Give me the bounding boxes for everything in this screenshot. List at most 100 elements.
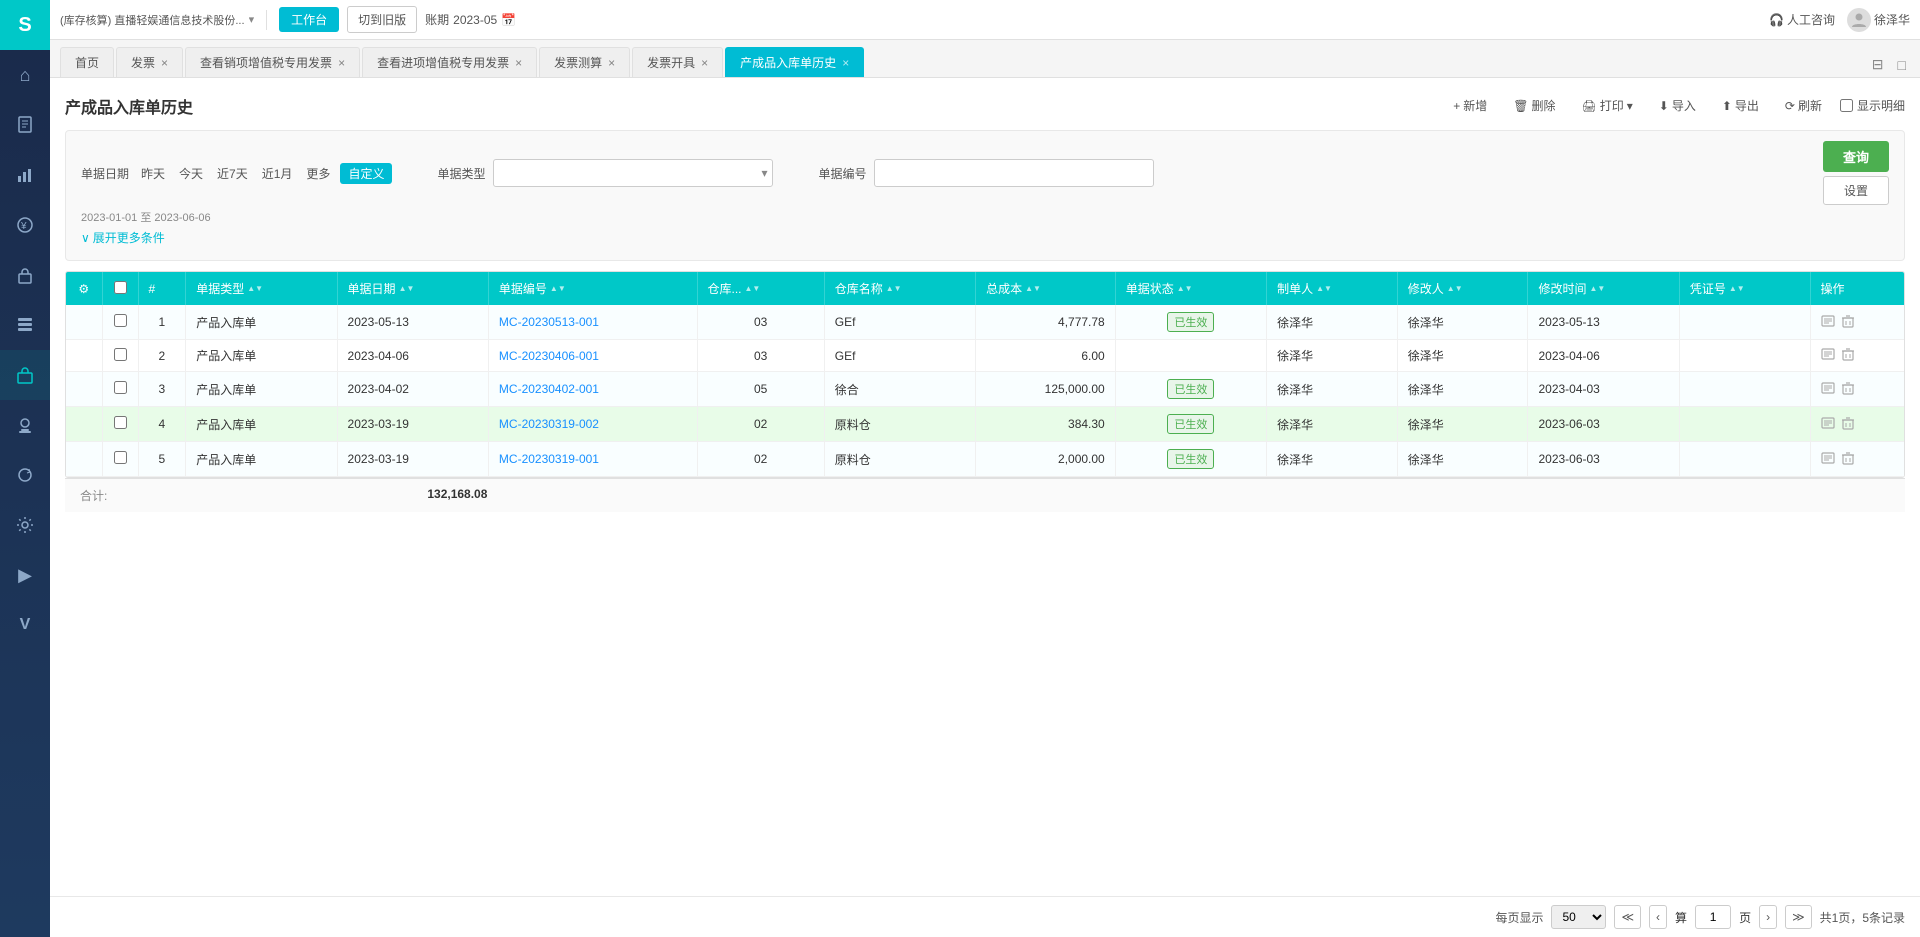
col-sort-voucher[interactable]: 凭证号 ▲▼ <box>1690 280 1745 297</box>
date-btn-yesterday[interactable]: 昨天 <box>137 163 169 184</box>
sidebar-item-list[interactable] <box>0 300 50 350</box>
new-button[interactable]: + 新增 <box>1445 93 1495 118</box>
tab-invoice-calc[interactable]: 发票测算 × <box>539 47 630 77</box>
record-link[interactable]: MC-20230319-002 <box>499 417 599 431</box>
select-all-checkbox[interactable] <box>114 281 127 294</box>
workbench-button[interactable]: 工作台 <box>279 7 339 32</box>
col-sort-warehouse-code[interactable]: 仓库... ▲▼ <box>708 280 761 297</box>
next-page-button[interactable]: › <box>1759 905 1777 929</box>
cell-number[interactable]: MC-20230319-001 <box>488 442 697 477</box>
show-detail-toggle[interactable]: 显示明细 <box>1840 97 1905 114</box>
row-delete-icon[interactable] <box>1841 381 1855 398</box>
print-button[interactable]: 🖨 打印 ▾ <box>1573 93 1640 118</box>
type-select[interactable] <box>493 159 773 187</box>
tab-product-inbound[interactable]: 产成品入库单历史 × <box>725 47 864 77</box>
tab-purchase-vat[interactable]: 查看进项增值税专用发票 × <box>362 47 537 77</box>
last-page-button[interactable]: ≫ <box>1785 905 1812 929</box>
cell-number[interactable]: MC-20230402-001 <box>488 372 697 407</box>
date-btn-today[interactable]: 今天 <box>175 163 207 184</box>
delete-button[interactable]: 🗑 删除 <box>1505 93 1563 118</box>
cell-number[interactable]: MC-20230406-001 <box>488 340 697 372</box>
col-sort-date[interactable]: 单据日期 ▲▼ <box>348 280 415 297</box>
row-view-icon[interactable] <box>1821 347 1835 364</box>
row-delete-icon[interactable] <box>1841 314 1855 331</box>
cell-number[interactable]: MC-20230513-001 <box>488 305 697 340</box>
refresh-button[interactable]: ⟳ 刷新 <box>1777 93 1830 118</box>
row-checkbox[interactable] <box>114 381 127 394</box>
tab-invoice[interactable]: 发票 × <box>116 47 183 77</box>
sidebar-item-tax[interactable]: ¥ <box>0 200 50 250</box>
sidebar-item-play[interactable]: ▶ <box>0 550 50 600</box>
th-voucher[interactable]: 凭证号 ▲▼ <box>1679 272 1810 305</box>
row-view-icon[interactable] <box>1821 314 1835 331</box>
col-sort-creator[interactable]: 制单人 ▲▼ <box>1277 280 1332 297</box>
brand-dropdown-icon[interactable]: ▾ <box>249 13 255 26</box>
number-filter-input[interactable] <box>874 159 1154 187</box>
row-checkbox[interactable] <box>114 451 127 464</box>
tab-purchase-vat-close[interactable]: × <box>515 56 522 70</box>
date-btn-7days[interactable]: 近7天 <box>213 163 252 184</box>
service-link[interactable]: 🎧 人工咨询 <box>1769 11 1835 28</box>
export-button[interactable]: ⬆ 导出 <box>1714 93 1767 118</box>
cell-check[interactable] <box>102 372 138 407</box>
col-sort-status[interactable]: 单据状态 ▲▼ <box>1126 280 1193 297</box>
import-button[interactable]: ⬇ 导入 <box>1651 93 1704 118</box>
record-link[interactable]: MC-20230402-001 <box>499 382 599 396</box>
th-status[interactable]: 单据状态 ▲▼ <box>1115 272 1266 305</box>
cell-check[interactable] <box>102 407 138 442</box>
switch-button[interactable]: 切到旧版 <box>347 6 417 33</box>
th-warehouse-code[interactable]: 仓库... ▲▼ <box>697 272 824 305</box>
sidebar-item-invoice[interactable] <box>0 100 50 150</box>
date-btn-more[interactable]: 更多 <box>302 163 334 184</box>
tab-sales-vat[interactable]: 查看销项增值税专用发票 × <box>185 47 360 77</box>
first-page-button[interactable]: ≪ <box>1614 905 1641 929</box>
row-checkbox[interactable] <box>114 314 127 327</box>
sidebar-item-lock[interactable] <box>0 250 50 300</box>
sidebar-item-product[interactable] <box>0 350 50 400</box>
tab-invoice-calc-close[interactable]: × <box>608 56 615 70</box>
row-delete-icon[interactable] <box>1841 451 1855 468</box>
tab-sales-vat-close[interactable]: × <box>338 56 345 70</box>
record-link[interactable]: MC-20230319-001 <box>499 452 599 466</box>
col-sort-modifier[interactable]: 修改人 ▲▼ <box>1408 280 1463 297</box>
expand-more-btn[interactable]: ∨ 展开更多条件 <box>81 225 1889 250</box>
cell-check[interactable] <box>102 442 138 477</box>
col-sort-number[interactable]: 单据编号 ▲▼ <box>499 280 566 297</box>
th-number[interactable]: 单据编号 ▲▼ <box>488 272 697 305</box>
date-btn-1month[interactable]: 近1月 <box>258 163 297 184</box>
tab-invoice-open-close[interactable]: × <box>701 56 708 70</box>
set-button[interactable]: 设置 <box>1823 176 1889 205</box>
record-link[interactable]: MC-20230406-001 <box>499 349 599 363</box>
th-check[interactable] <box>102 272 138 305</box>
calendar-icon[interactable]: 📅 <box>501 13 516 27</box>
sidebar-item-home[interactable]: ⌂ <box>0 50 50 100</box>
sidebar-item-settings[interactable] <box>0 500 50 550</box>
th-settings[interactable]: ⚙ <box>66 272 102 305</box>
query-button[interactable]: 查询 <box>1823 141 1889 172</box>
tab-invoice-close[interactable]: × <box>161 56 168 70</box>
record-link[interactable]: MC-20230513-001 <box>499 315 599 329</box>
cell-check[interactable] <box>102 305 138 340</box>
user-profile[interactable]: 徐泽华 <box>1847 8 1910 32</box>
th-total-cost[interactable]: 总成本 ▲▼ <box>976 272 1116 305</box>
th-type[interactable]: 单据类型 ▲▼ <box>186 272 337 305</box>
col-sort-type[interactable]: 单据类型 ▲▼ <box>196 280 263 297</box>
col-sort-total-cost[interactable]: 总成本 ▲▼ <box>986 280 1041 297</box>
page-size-select[interactable]: 50 100 <box>1551 905 1606 929</box>
tab-product-inbound-close[interactable]: × <box>842 56 849 70</box>
row-view-icon[interactable] <box>1821 416 1835 433</box>
row-delete-icon[interactable] <box>1841 416 1855 433</box>
sidebar-item-chart[interactable] <box>0 150 50 200</box>
window-restore-button[interactable]: ⊟ <box>1868 52 1888 77</box>
sidebar-item-cycle[interactable] <box>0 450 50 500</box>
sidebar-item-stamp[interactable] <box>0 400 50 450</box>
window-maximize-button[interactable]: □ <box>1894 53 1910 77</box>
row-checkbox[interactable] <box>114 416 127 429</box>
prev-page-button[interactable]: ‹ <box>1649 905 1667 929</box>
tab-home[interactable]: 首页 <box>60 47 114 77</box>
tab-invoice-open[interactable]: 发票开具 × <box>632 47 723 77</box>
row-delete-icon[interactable] <box>1841 347 1855 364</box>
row-view-icon[interactable] <box>1821 451 1835 468</box>
cell-check[interactable] <box>102 340 138 372</box>
sidebar-item-v[interactable]: V <box>0 600 50 650</box>
